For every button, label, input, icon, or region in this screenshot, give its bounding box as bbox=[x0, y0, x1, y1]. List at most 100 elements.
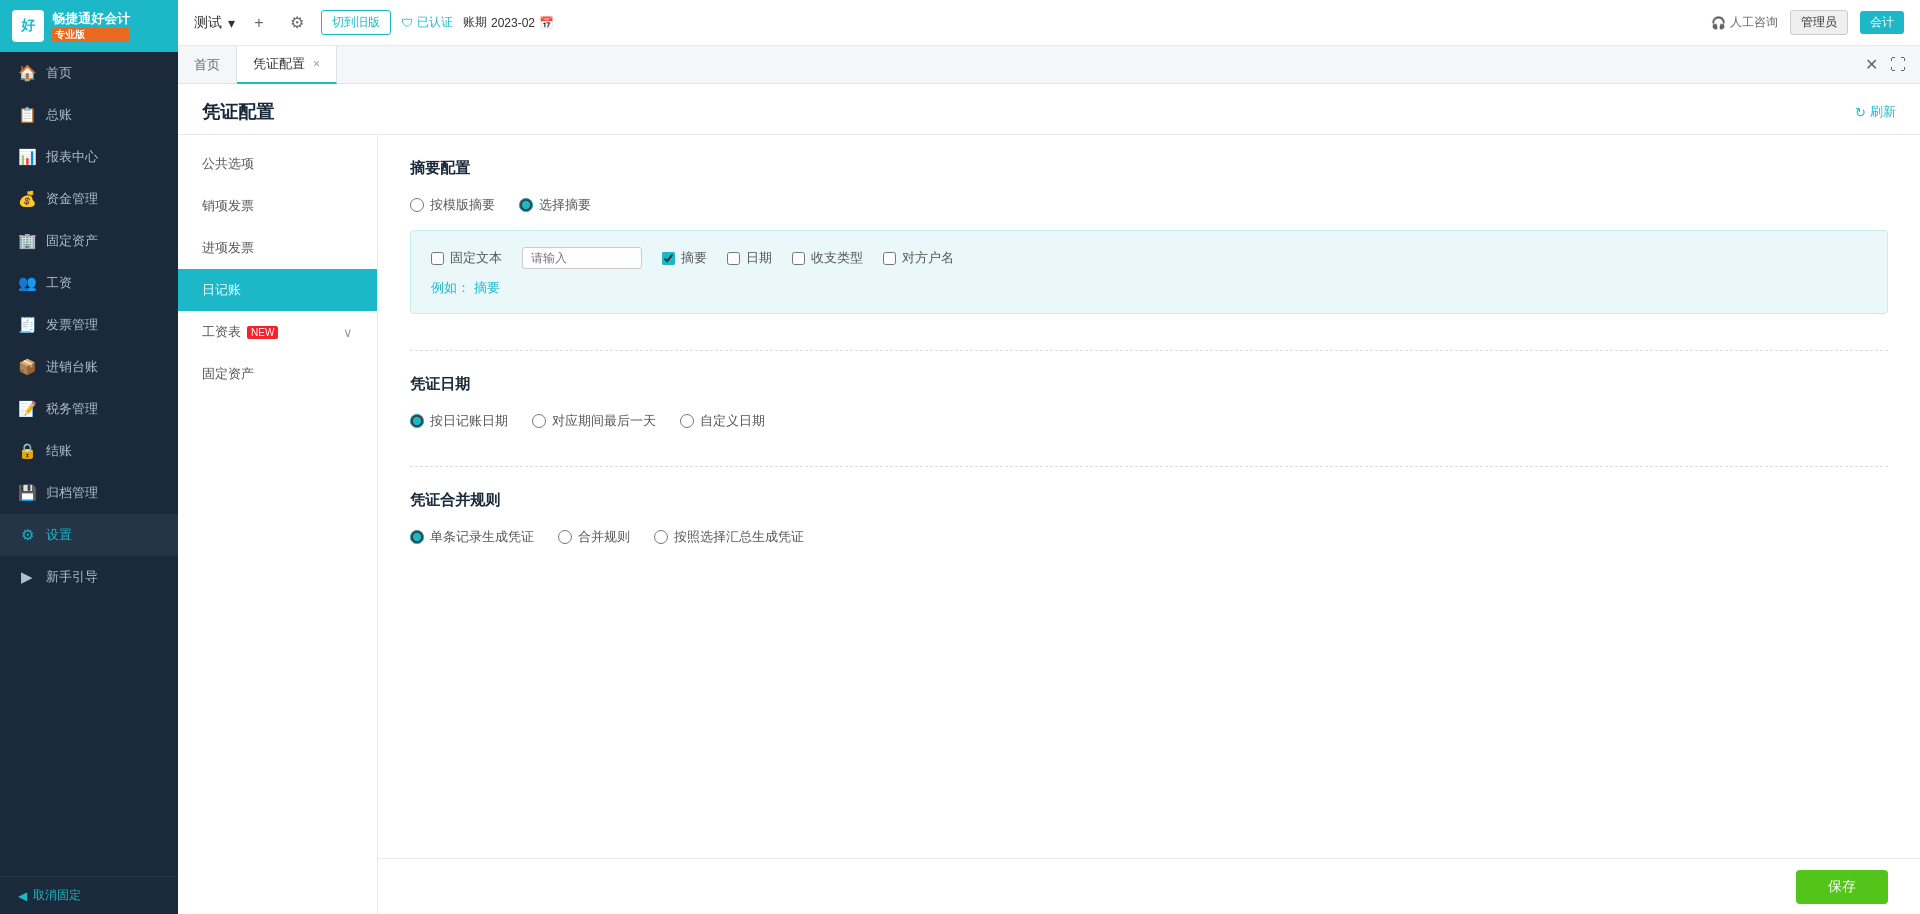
sidebar-item-tax[interactable]: 📝 税务管理 bbox=[0, 388, 178, 430]
radio-custom-date-input[interactable] bbox=[680, 414, 694, 428]
refresh-label: 刷新 bbox=[1870, 103, 1896, 121]
example-label: 例如： bbox=[431, 280, 470, 295]
sidebar-item-guide[interactable]: ▶ 新手引导 bbox=[0, 556, 178, 598]
radio-journal-date-text: 按日记账日期 bbox=[430, 412, 508, 430]
add-button[interactable]: + bbox=[245, 9, 273, 37]
abstract-checkbox[interactable] bbox=[662, 252, 675, 265]
date-section: 凭证日期 按日记账日期 对应期间最后一天 bbox=[410, 375, 1888, 430]
sidebar-item-invoices[interactable]: 🧾 发票管理 bbox=[0, 304, 178, 346]
admin-button[interactable]: 管理员 bbox=[1790, 10, 1848, 35]
fixed-text-checkbox[interactable] bbox=[431, 252, 444, 265]
tab-home-label: 首页 bbox=[194, 56, 220, 74]
left-nav: 公共选项 销项发票 进项发票 日记账 工资表 NEW ∨ 固定资产 bbox=[178, 135, 378, 914]
assets-icon: 🏢 bbox=[18, 232, 36, 250]
tab-bar-actions: ✕ ⛶ bbox=[1861, 51, 1920, 78]
tab-bar: 首页 凭证配置 × ✕ ⛶ bbox=[178, 46, 1920, 84]
tab-close-window-button[interactable]: ✕ bbox=[1861, 51, 1882, 78]
consult-button[interactable]: 🎧 人工咨询 bbox=[1711, 14, 1778, 31]
sidebar-item-label: 资金管理 bbox=[46, 190, 98, 208]
company-selector[interactable]: 测试 ▾ bbox=[194, 14, 235, 32]
opposite-label[interactable]: 对方户名 bbox=[883, 249, 954, 267]
example-value: 摘要 bbox=[474, 280, 500, 295]
sidebar-item-payroll[interactable]: 👥 工资 bbox=[0, 262, 178, 304]
radio-merge-rule-label[interactable]: 合并规则 bbox=[558, 528, 630, 546]
radio-select-merge-input[interactable] bbox=[654, 530, 668, 544]
radio-journal-date-input[interactable] bbox=[410, 414, 424, 428]
radio-template-input[interactable] bbox=[410, 198, 424, 212]
refresh-button[interactable]: ↻ 刷新 bbox=[1855, 103, 1896, 121]
radio-select-label[interactable]: 选择摘要 bbox=[519, 196, 591, 214]
radio-select-merge-label[interactable]: 按照选择汇总生成凭证 bbox=[654, 528, 804, 546]
payroll-icon: 👥 bbox=[18, 274, 36, 292]
radio-period-last-label[interactable]: 对应期间最后一天 bbox=[532, 412, 656, 430]
radio-merge-rule-input[interactable] bbox=[558, 530, 572, 544]
ledger-icon: 📋 bbox=[18, 106, 36, 124]
sidebar-item-reports[interactable]: 📊 报表中心 bbox=[0, 136, 178, 178]
unpin-sidebar-button[interactable]: ◀ 取消固定 bbox=[0, 876, 178, 914]
radio-template-label[interactable]: 按模版摘要 bbox=[410, 196, 495, 214]
sidebar-item-settings[interactable]: ⚙ 设置 bbox=[0, 514, 178, 556]
company-dropdown-icon: ▾ bbox=[228, 15, 235, 31]
abstract-label[interactable]: 摘要 bbox=[662, 249, 707, 267]
tab-voucher-config[interactable]: 凭证配置 × bbox=[237, 46, 337, 84]
left-nav-purchase[interactable]: 进项发票 bbox=[178, 227, 377, 269]
radio-select-input[interactable] bbox=[519, 198, 533, 212]
tab-home[interactable]: 首页 bbox=[178, 46, 237, 84]
opposite-checkbox[interactable] bbox=[883, 252, 896, 265]
calendar-icon[interactable]: 📅 bbox=[539, 16, 554, 30]
tab-fullscreen-button[interactable]: ⛶ bbox=[1886, 52, 1910, 78]
sidebar-item-label: 税务管理 bbox=[46, 400, 98, 418]
left-nav-public[interactable]: 公共选项 bbox=[178, 143, 377, 185]
home-icon: 🏠 bbox=[18, 64, 36, 82]
merge-radio-group: 单条记录生成凭证 合并规则 按照选择汇总生成凭证 bbox=[410, 528, 1888, 546]
role-badge: 会计 bbox=[1860, 11, 1904, 34]
page-title: 凭证配置 bbox=[202, 100, 274, 124]
pay-type-label[interactable]: 收支类型 bbox=[792, 249, 863, 267]
switch-old-version-button[interactable]: 切到旧版 bbox=[321, 10, 391, 35]
sidebar-item-home[interactable]: 🏠 首页 bbox=[0, 52, 178, 94]
sidebar-item-funds[interactable]: 💰 资金管理 bbox=[0, 178, 178, 220]
payroll-expand-icon[interactable]: ∨ bbox=[343, 325, 353, 340]
sidebar-item-ledger[interactable]: 📋 总账 bbox=[0, 94, 178, 136]
period-value: 2023-02 bbox=[491, 16, 535, 30]
app-logo: 好 畅捷通好会计 专业版 bbox=[0, 0, 178, 52]
radio-period-last-text: 对应期间最后一天 bbox=[552, 412, 656, 430]
radio-template-text: 按模版摘要 bbox=[430, 196, 495, 214]
logo-text: 畅捷通好会计 专业版 bbox=[52, 10, 130, 42]
tab-close-icon[interactable]: × bbox=[313, 57, 320, 71]
sidebar-item-label: 归档管理 bbox=[46, 484, 98, 502]
left-nav-sales[interactable]: 销项发票 bbox=[178, 185, 377, 227]
date-checkbox[interactable] bbox=[727, 252, 740, 265]
divider-2 bbox=[410, 466, 1888, 467]
summary-radio-group: 按模版摘要 选择摘要 bbox=[410, 196, 1888, 214]
headset-icon: 🎧 bbox=[1711, 16, 1726, 30]
left-nav-payroll[interactable]: 工资表 NEW ∨ bbox=[178, 311, 377, 353]
sidebar-item-label: 进销台账 bbox=[46, 358, 98, 376]
sidebar-item-label: 新手引导 bbox=[46, 568, 98, 586]
checkbox-row: 固定文本 摘要 日期 bbox=[431, 247, 1867, 269]
pay-type-checkbox[interactable] bbox=[792, 252, 805, 265]
sidebar-item-label: 首页 bbox=[46, 64, 72, 82]
sidebar-item-sales-purchase[interactable]: 📦 进销台账 bbox=[0, 346, 178, 388]
sidebar-item-assets[interactable]: 🏢 固定资产 bbox=[0, 220, 178, 262]
sidebar-item-archive[interactable]: 💾 归档管理 bbox=[0, 472, 178, 514]
radio-journal-date-label[interactable]: 按日记账日期 bbox=[410, 412, 508, 430]
left-nav-payroll-label: 工资表 bbox=[202, 323, 241, 341]
fixed-text-label[interactable]: 固定文本 bbox=[431, 249, 502, 267]
page-wrapper: 凭证配置 ↻ 刷新 公共选项 销项发票 进项发票 日记账 工资表 NEW bbox=[178, 84, 1920, 914]
sidebar-item-close[interactable]: 🔒 结账 bbox=[0, 430, 178, 472]
radio-period-last-input[interactable] bbox=[532, 414, 546, 428]
radio-custom-date-label[interactable]: 自定义日期 bbox=[680, 412, 765, 430]
date-label[interactable]: 日期 bbox=[727, 249, 772, 267]
radio-single-label[interactable]: 单条记录生成凭证 bbox=[410, 528, 534, 546]
sales-purchase-icon: 📦 bbox=[18, 358, 36, 376]
radio-single-input[interactable] bbox=[410, 530, 424, 544]
settings-button[interactable]: ⚙ bbox=[283, 9, 311, 37]
summary-section: 摘要配置 按模版摘要 选择摘要 bbox=[410, 159, 1888, 314]
left-nav-assets[interactable]: 固定资产 bbox=[178, 353, 377, 395]
period-label: 账期 bbox=[463, 14, 487, 31]
left-nav-journal[interactable]: 日记账 bbox=[178, 269, 377, 311]
main-area: 测试 ▾ + ⚙ 切到旧版 🛡 已认证 账期 2023-02 📅 🎧 人工咨询 … bbox=[178, 0, 1920, 914]
fixed-text-input[interactable] bbox=[522, 247, 642, 269]
save-button[interactable]: 保存 bbox=[1796, 870, 1888, 904]
